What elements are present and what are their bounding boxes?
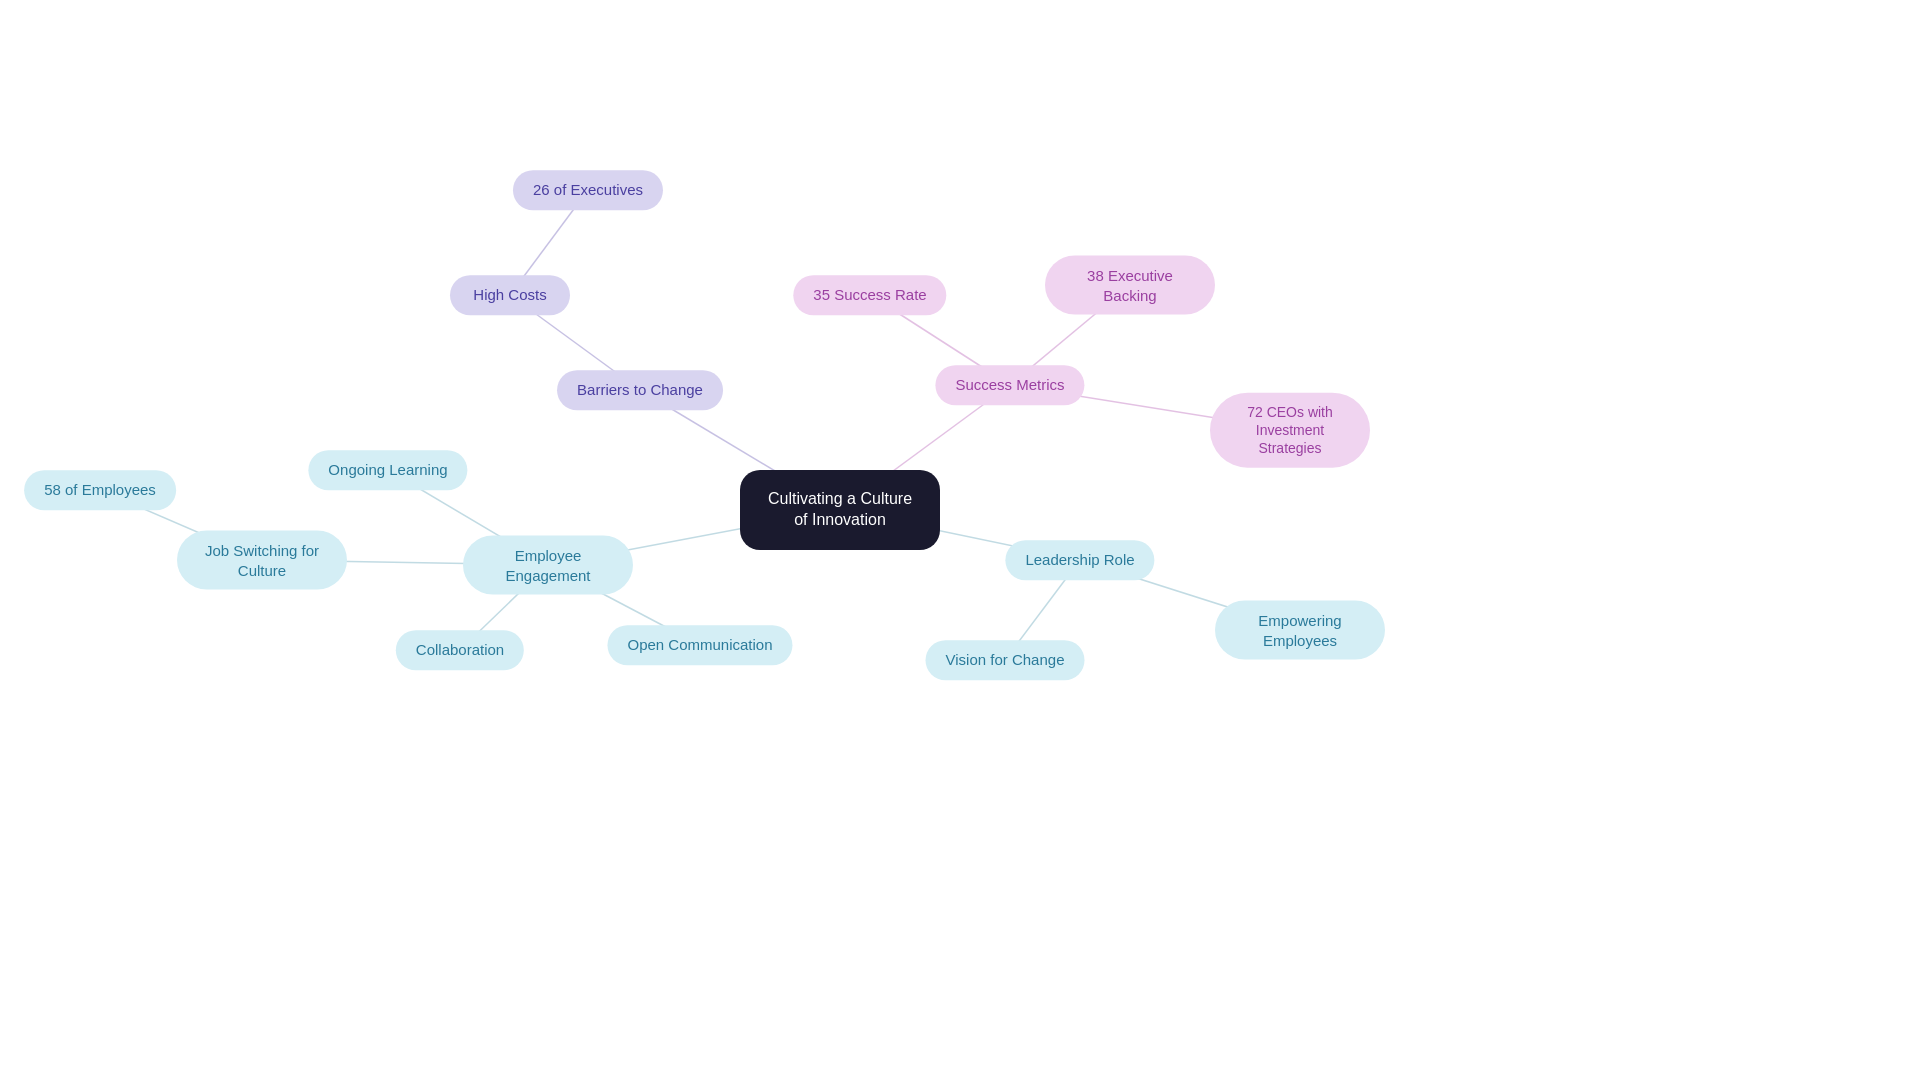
- node-leadership-role[interactable]: Leadership Role: [1005, 540, 1154, 580]
- node-empowering-employees[interactable]: Empowering Employees: [1215, 601, 1385, 660]
- node-open-communication[interactable]: Open Communication: [607, 625, 792, 665]
- node-employee-engagement[interactable]: Employee Engagement: [463, 536, 633, 595]
- node-job-switching[interactable]: Job Switching for Culture: [177, 531, 347, 590]
- node-vision-for-change[interactable]: Vision for Change: [926, 640, 1085, 680]
- mindmap-container: Cultivating a Culture of Innovation Barri…: [0, 0, 1920, 1083]
- node-collaboration[interactable]: Collaboration: [396, 630, 524, 670]
- node-executives[interactable]: 26 of Executives: [513, 170, 663, 210]
- node-success-rate[interactable]: 35 Success Rate: [793, 275, 946, 315]
- center-node[interactable]: Cultivating a Culture of Innovation: [740, 470, 940, 550]
- node-barriers[interactable]: Barriers to Change: [557, 370, 723, 410]
- node-ceos[interactable]: 72 CEOs with Investment Strategies: [1210, 393, 1370, 468]
- node-employees[interactable]: 58 of Employees: [24, 470, 176, 510]
- node-success-metrics[interactable]: Success Metrics: [935, 365, 1084, 405]
- node-executive-backing[interactable]: 38 Executive Backing: [1045, 256, 1215, 315]
- node-ongoing-learning[interactable]: Ongoing Learning: [308, 450, 467, 490]
- node-high-costs[interactable]: High Costs: [450, 275, 570, 315]
